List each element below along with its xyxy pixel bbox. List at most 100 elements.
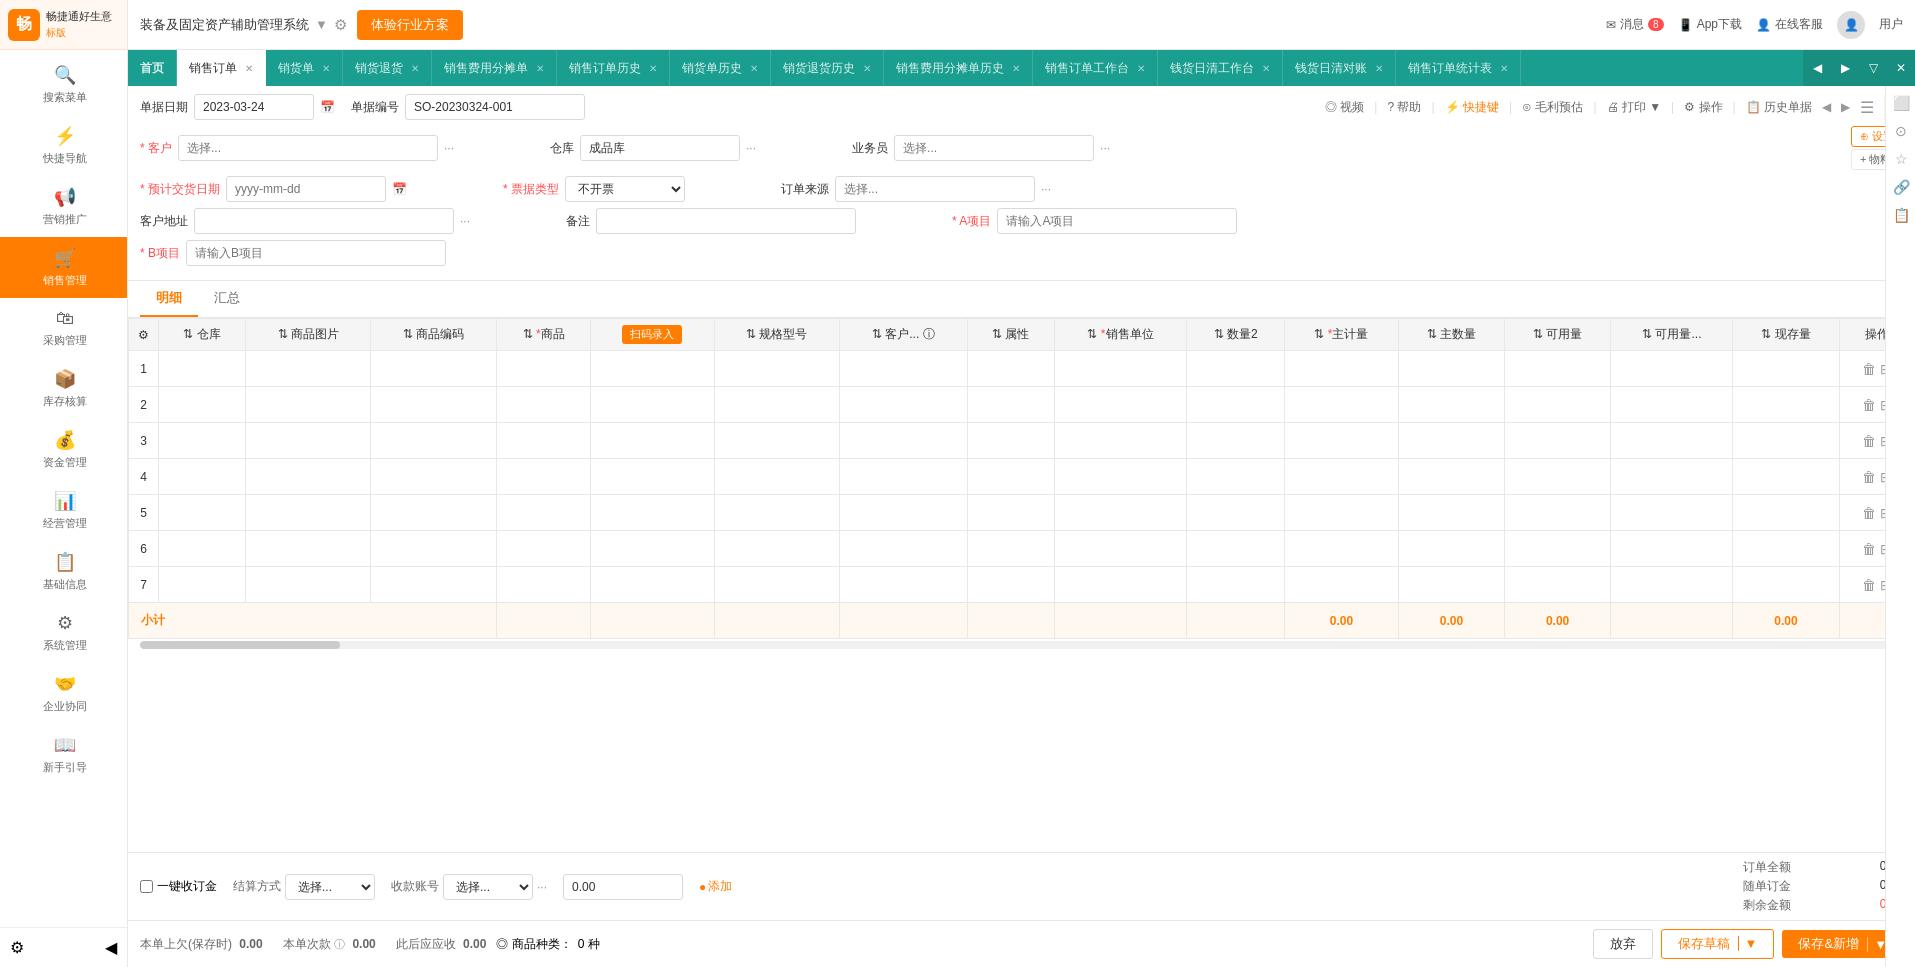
th-attribute[interactable]: ⇅ 属性 xyxy=(967,319,1054,351)
row-delete-2[interactable]: 🗑 xyxy=(1862,397,1876,413)
a-project-input[interactable] xyxy=(997,208,1237,234)
row-code-2[interactable] xyxy=(371,387,496,423)
th-warehouse[interactable]: ⇅ 仓库 xyxy=(159,319,246,351)
order-source-more-btn[interactable]: ··· xyxy=(1041,182,1051,196)
row-delete-1[interactable]: 🗑 xyxy=(1862,361,1876,377)
row-goods-4[interactable] xyxy=(496,459,590,495)
row-goods-6[interactable] xyxy=(496,531,590,567)
nav-tab-0[interactable]: 首页 xyxy=(128,50,177,86)
sidebar-item-1[interactable]: ⚡ 快捷导航 xyxy=(0,115,127,176)
row-main-unit-3[interactable] xyxy=(1285,423,1399,459)
row-main-unit-1[interactable] xyxy=(1285,351,1399,387)
row-delete-7[interactable]: 🗑 xyxy=(1862,577,1876,593)
discard-btn[interactable]: 放弃 xyxy=(1593,929,1653,959)
industry-btn[interactable]: 体验行业方案 xyxy=(357,10,463,40)
row-available2-7[interactable] xyxy=(1611,567,1733,603)
nav-tab-5[interactable]: 销售订单历史✕ xyxy=(557,50,670,86)
row-delete-5[interactable]: 🗑 xyxy=(1862,505,1876,521)
row-qty2-1[interactable] xyxy=(1187,351,1285,387)
rs-icon-5[interactable]: 📋 xyxy=(1888,202,1914,228)
nav-expand-btn[interactable]: ▽ xyxy=(1859,50,1887,86)
addr-more-btn[interactable]: ··· xyxy=(460,214,470,228)
row-attr-4[interactable] xyxy=(967,459,1054,495)
profit-btn[interactable]: ⊙ 毛利预估 xyxy=(1522,99,1583,116)
message-btn[interactable]: ✉ 消息 8 xyxy=(1606,16,1664,33)
sidebar-item-7[interactable]: 📊 经营管理 xyxy=(0,480,127,541)
table-view-btn[interactable]: ☰ xyxy=(1860,98,1874,117)
nav-tab-2[interactable]: 销货单✕ xyxy=(266,50,343,86)
customer-more-btn[interactable]: ··· xyxy=(444,141,454,155)
one-click-checkout-cb[interactable]: 一键收订金 xyxy=(140,878,217,895)
rs-icon-4[interactable]: 🔗 xyxy=(1888,174,1914,200)
delivery-calendar-icon[interactable]: 📅 xyxy=(392,182,407,196)
row-available-2[interactable] xyxy=(1505,387,1611,423)
salesperson-more-btn[interactable]: ··· xyxy=(1100,141,1110,155)
row-warehouse-5[interactable] xyxy=(159,495,246,531)
ops-btn[interactable]: ⚙ 操作 xyxy=(1684,99,1722,116)
topbar-settings-icon[interactable]: ⚙ xyxy=(334,16,347,34)
receipt-account-select[interactable]: 选择... xyxy=(443,874,533,900)
nav-tab-close-11[interactable]: ✕ xyxy=(1375,63,1383,74)
help-btn[interactable]: ? 帮助 xyxy=(1387,99,1421,116)
tab-summary[interactable]: 汇总 xyxy=(198,281,256,317)
payment-method-select[interactable]: 选择... xyxy=(285,874,375,900)
sidebar-item-10[interactable]: 🤝 企业协同 xyxy=(0,663,127,724)
nav-tab-11[interactable]: 钱货日清对账✕ xyxy=(1283,50,1396,86)
row-spec-7[interactable] xyxy=(714,567,839,603)
row-main-unit-4[interactable] xyxy=(1285,459,1399,495)
shortcut-btn[interactable]: ⚡ 快捷键 xyxy=(1445,99,1499,116)
sidebar-collapse-icon[interactable]: ◀ xyxy=(105,938,117,957)
row-cust-code-2[interactable] xyxy=(840,387,968,423)
delivery-date-input[interactable] xyxy=(226,176,386,202)
row-spec-2[interactable] xyxy=(714,387,839,423)
th-available[interactable]: ⇅ 可用量 xyxy=(1505,319,1611,351)
row-cust-code-3[interactable] xyxy=(840,423,968,459)
th-code[interactable]: ⇅ 商品编码 xyxy=(371,319,496,351)
row-unit-6[interactable] xyxy=(1054,531,1187,567)
row-available2-6[interactable] xyxy=(1611,531,1733,567)
row-code-3[interactable] xyxy=(371,423,496,459)
th-customer-code[interactable]: ⇅ 客户... ⓘ xyxy=(840,319,968,351)
video-btn[interactable]: ◎ 视频 xyxy=(1325,99,1364,116)
th-scan[interactable]: 扫码录入 xyxy=(591,319,714,351)
row-current-6[interactable] xyxy=(1733,531,1839,567)
add-item-btn[interactable]: ● 添加 xyxy=(699,878,732,895)
row-unit-4[interactable] xyxy=(1054,459,1187,495)
no-input[interactable] xyxy=(405,94,585,120)
row-main-qty-7[interactable] xyxy=(1398,567,1504,603)
row-current-1[interactable] xyxy=(1733,351,1839,387)
row-attr-7[interactable] xyxy=(967,567,1054,603)
row-main-unit-2[interactable] xyxy=(1285,387,1399,423)
row-available2-1[interactable] xyxy=(1611,351,1733,387)
save-draft-dropdown-icon[interactable]: ▼ xyxy=(1738,936,1758,951)
row-cust-code-4[interactable] xyxy=(840,459,968,495)
sidebar-item-9[interactable]: ⚙ 系统管理 xyxy=(0,602,127,663)
receipt-amount-input[interactable] xyxy=(563,874,683,900)
row-unit-3[interactable] xyxy=(1054,423,1187,459)
th-qty2[interactable]: ⇅ 数量2 xyxy=(1187,319,1285,351)
nav-tab-close-8[interactable]: ✕ xyxy=(1012,63,1020,74)
nav-tab-close-4[interactable]: ✕ xyxy=(536,63,544,74)
row-main-qty-6[interactable] xyxy=(1398,531,1504,567)
th-img[interactable]: ⇅ 商品图片 xyxy=(246,319,371,351)
nav-tab-close-10[interactable]: ✕ xyxy=(1262,63,1270,74)
row-unit-2[interactable] xyxy=(1054,387,1187,423)
history-btn[interactable]: 📋 历史单据 xyxy=(1746,99,1812,116)
row-unit-5[interactable] xyxy=(1054,495,1187,531)
row-code-1[interactable] xyxy=(371,351,496,387)
order-source-input[interactable] xyxy=(835,176,1035,202)
row-available-1[interactable] xyxy=(1505,351,1611,387)
nav-tab-close-7[interactable]: ✕ xyxy=(863,63,871,74)
rs-icon-3[interactable]: ☆ xyxy=(1888,146,1914,172)
row-goods-3[interactable] xyxy=(496,423,590,459)
sidebar-item-5[interactable]: 📦 库存核算 xyxy=(0,358,127,419)
table-scrollbar-thumb[interactable] xyxy=(140,641,340,649)
save-draft-btn[interactable]: 保存草稿 ▼ xyxy=(1661,929,1775,959)
th-goods[interactable]: ⇅ *商品 xyxy=(496,319,590,351)
tab-detail[interactable]: 明细 xyxy=(140,281,198,317)
row-main-qty-1[interactable] xyxy=(1398,351,1504,387)
row-cust-code-7[interactable] xyxy=(840,567,968,603)
row-warehouse-6[interactable] xyxy=(159,531,246,567)
invoice-select[interactable]: 不开票 开增值税普票 开增值税专票 xyxy=(565,176,685,202)
row-qty2-5[interactable] xyxy=(1187,495,1285,531)
